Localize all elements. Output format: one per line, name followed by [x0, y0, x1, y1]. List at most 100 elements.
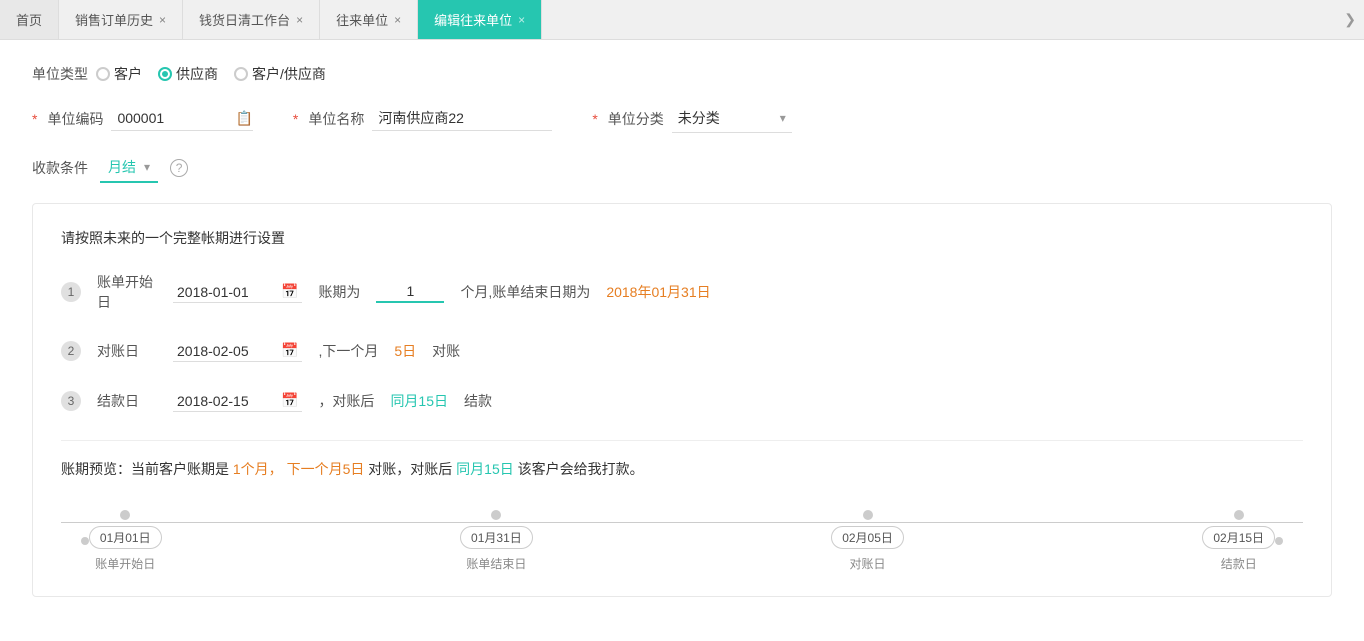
period-reconcile-suffix: 对账 [432, 341, 460, 361]
period-card: 请按照未来的一个完整帐期进行设置 1 账单开始日 📅 账期为 个月,账单结束日期… [32, 203, 1332, 597]
tab-sales-order-history[interactable]: 销售订单历史 × [59, 0, 183, 39]
period-row-1: 1 账单开始日 📅 账期为 个月,账单结束日期为 2018年01月31日 [61, 272, 1303, 312]
payment-condition-value: 月结 [108, 157, 136, 177]
timeline-badge-1: 01月01日 [89, 526, 162, 549]
copy-icon[interactable]: 📋 [235, 110, 252, 127]
tab-sales-label: 销售订单历史 [75, 10, 153, 29]
period-payment-prefix: ，对账后 [318, 391, 374, 411]
timeline-label-1: 账单开始日 [95, 555, 155, 572]
tab-sales-close[interactable]: × [159, 13, 166, 27]
name-required-star: * [293, 111, 298, 127]
timeline-label-2: 账单结束日 [466, 555, 526, 572]
period-reconcile-cal-icon[interactable]: 📅 [281, 342, 298, 359]
payment-condition-select[interactable]: 月结 ▾ [100, 153, 158, 183]
unit-code-label: 单位编码 [47, 109, 103, 129]
unit-type-radio-group: 客户 供应商 客户/供应商 [96, 64, 326, 84]
period-months-input[interactable] [380, 283, 440, 299]
radio-both-circle [234, 67, 248, 81]
period-row-3: 3 结款日 📅 ，对账后 同月15日 结款 [61, 390, 1303, 412]
period-reconcile-date-box: 📅 [173, 340, 302, 362]
period-reconcile-day-highlight: 5日 [394, 341, 416, 361]
unit-category-select[interactable]: 未分类 ▾ [672, 104, 792, 133]
period-start-label: 账单开始日 [97, 272, 157, 312]
timeline-dot-4 [1234, 510, 1244, 520]
period-payment-suffix: 结款 [464, 391, 492, 411]
period-row-num-2: 2 [61, 341, 81, 361]
tab-partner-close[interactable]: × [394, 13, 401, 27]
timeline-badge-3: 02月05日 [831, 526, 904, 549]
tab-edit-label: 编辑往来单位 [434, 10, 512, 29]
preview-text: 账期预览：当前客户账期是 1个月， 下一个月5日 对账，对账后 同月15日 该客… [61, 457, 1303, 482]
preview-section: 账期预览：当前客户账期是 1个月， 下一个月5日 对账，对账后 同月15日 该客… [61, 440, 1303, 572]
unit-code-group: * 单位编码 📋 [32, 106, 253, 131]
tab-home[interactable]: 首页 [0, 0, 59, 39]
radio-supplier-label: 供应商 [176, 64, 218, 84]
unit-info-row: * 单位编码 📋 * 单位名称 * 单位分类 未分类 ▾ [32, 104, 1332, 133]
period-reconcile-label: 对账日 [97, 341, 157, 361]
preview-suffix: 该客户会给我打款。 [518, 461, 644, 477]
period-start-cal-icon[interactable]: 📅 [281, 283, 298, 300]
period-row-num-1: 1 [61, 282, 81, 302]
payment-condition-row: 收款条件 月结 ▾ ? [32, 153, 1332, 183]
timeline-dot-2 [491, 510, 501, 520]
period-suffix-for: 账期为 [318, 282, 360, 302]
tab-edit-partner[interactable]: 编辑往来单位 × [418, 0, 542, 39]
tab-edit-close[interactable]: × [518, 13, 525, 27]
cat-required-star: * [592, 111, 597, 127]
payment-dropdown-icon: ▾ [144, 160, 150, 174]
period-payment-date-input[interactable] [177, 393, 277, 409]
main-content: 单位类型 客户 供应商 客户/供应商 * 单位编码 [0, 40, 1364, 641]
timeline-right-endpoint [1275, 537, 1283, 545]
period-payment-date-box: 📅 [173, 390, 302, 412]
period-card-title: 请按照未来的一个完整帐期进行设置 [61, 228, 1303, 248]
period-reconcile-date-input[interactable] [177, 343, 277, 359]
tab-expand-button[interactable]: ❯ [1336, 0, 1364, 39]
unit-name-label: 单位名称 [308, 109, 364, 129]
radio-customer-circle [96, 67, 110, 81]
unit-name-group: * 单位名称 [293, 106, 552, 131]
timeline-left-endpoint [81, 537, 89, 545]
period-row-2: 2 对账日 📅 ,下一个月 5日 对账 [61, 340, 1303, 362]
timeline-dot-1 [120, 510, 130, 520]
unit-category-label: 单位分类 [608, 109, 664, 129]
timeline-badge-2: 01月31日 [460, 526, 533, 549]
timeline-point-4: 02月15日 结款日 [1202, 510, 1275, 572]
unit-code-input[interactable] [111, 106, 231, 130]
tab-cash-close[interactable]: × [296, 13, 303, 27]
tab-bar: 首页 销售订单历史 × 钱货日清工作台 × 往来单位 × 编辑往来单位 × ❯ [0, 0, 1364, 40]
timeline-label-3: 对账日 [850, 555, 886, 572]
preview-prefix: 账期预览：当前客户账期是 [61, 461, 229, 477]
category-dropdown-icon: ▾ [780, 111, 786, 125]
period-payment-cal-icon[interactable]: 📅 [281, 392, 298, 409]
radio-both[interactable]: 客户/供应商 [234, 64, 326, 84]
timeline-point-2: 01月31日 账单结束日 [460, 510, 533, 572]
period-start-date-input[interactable] [177, 284, 277, 300]
preview-months: 1个月， [233, 461, 283, 477]
radio-supplier-circle [158, 67, 172, 81]
unit-category-group: * 单位分类 未分类 ▾ [592, 104, 791, 133]
tab-partner-unit[interactable]: 往来单位 × [320, 0, 418, 39]
tab-cash-work[interactable]: 钱货日清工作台 × [183, 0, 320, 39]
help-icon[interactable]: ? [170, 159, 188, 177]
timeline-dot-3 [863, 510, 873, 520]
preview-payment-day: 同月15日 [456, 461, 514, 477]
tab-partner-label: 往来单位 [336, 10, 388, 29]
timeline-points: 01月01日 账单开始日 01月31日 账单结束日 02月05日 对账日 [89, 510, 1275, 572]
radio-customer[interactable]: 客户 [96, 64, 142, 84]
period-reconcile-prefix: ,下一个月 [318, 341, 378, 361]
period-months-input-box [376, 281, 444, 303]
unit-name-input[interactable] [372, 106, 552, 131]
radio-both-label: 客户/供应商 [252, 64, 326, 84]
timeline-point-3: 02月05日 对账日 [831, 510, 904, 572]
unit-type-row: 单位类型 客户 供应商 客户/供应商 [32, 64, 1332, 84]
radio-supplier[interactable]: 供应商 [158, 64, 218, 84]
period-start-date-box: 📅 [173, 281, 302, 303]
period-row-num-3: 3 [61, 391, 81, 411]
timeline: 01月01日 账单开始日 01月31日 账单结束日 02月05日 对账日 [61, 510, 1303, 572]
tab-home-label: 首页 [16, 10, 42, 29]
period-payment-label: 结款日 [97, 391, 157, 411]
category-value: 未分类 [678, 108, 720, 128]
tab-cash-label: 钱货日清工作台 [199, 10, 290, 29]
unit-code-input-wrapper: 📋 [111, 106, 252, 131]
period-suffix-months: 个月,账单结束日期为 [460, 282, 590, 302]
